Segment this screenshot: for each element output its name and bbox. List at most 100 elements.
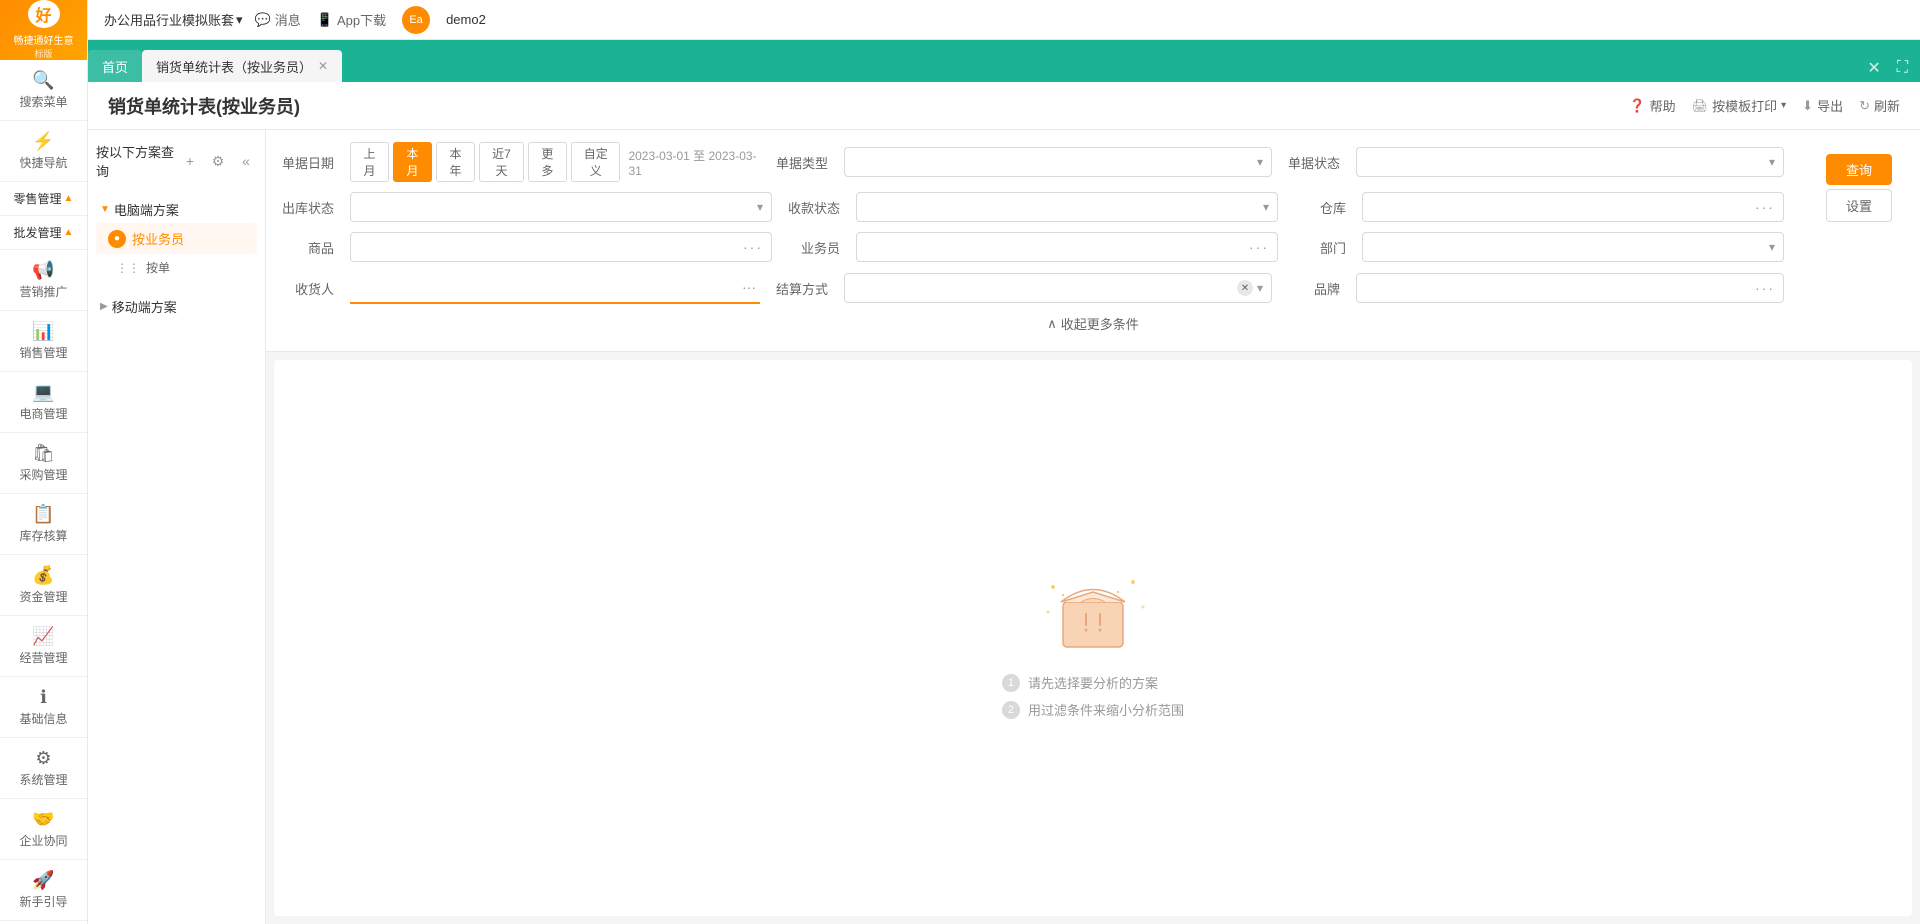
doc-status-dropdown-icon: ▾: [1769, 155, 1775, 169]
pc-scheme-group-title[interactable]: ▼ 电脑端方案: [96, 196, 257, 223]
department-label: 部门: [1294, 238, 1346, 257]
page-header-actions: ❓ 帮助 🖨 按模板打印 ▾ ⬇ 导出 ↻ 刷新: [1629, 96, 1900, 115]
settings-button[interactable]: 设置: [1826, 189, 1892, 222]
left-panel-title: 按以下方案查询: [96, 142, 179, 180]
doc-type-select[interactable]: ▾: [844, 147, 1272, 177]
scheme-sub-item-order[interactable]: ⋮⋮ 按单: [96, 254, 257, 281]
mobile-scheme-group-title[interactable]: ▶ 移动端方案: [96, 293, 257, 320]
page-header: 销货单统计表(按业务员) ❓ 帮助 🖨 按模板打印 ▾ ⬇ 导出 ↻ 刷新: [88, 82, 1920, 130]
sub-item-icon: ⋮⋮: [116, 261, 140, 275]
salesperson-select[interactable]: ···: [856, 232, 1278, 262]
left-panel-icons: + ⚙ «: [179, 150, 257, 172]
receipt-status-select[interactable]: ▾: [856, 192, 1278, 222]
collapse-btn[interactable]: ∧ 收起更多条件: [282, 308, 1904, 339]
date-btn-this-year[interactable]: 本年: [436, 142, 475, 182]
message-icon: 💬: [255, 12, 271, 28]
tip-text-2: 用过滤条件来缩小分析范围: [1028, 700, 1184, 719]
app-logo[interactable]: 好 畅捷通好生意 标版: [0, 0, 88, 60]
scheme-item-label: 按业务员: [132, 229, 184, 248]
tab-close-icon[interactable]: ✕: [318, 59, 328, 73]
close-tab-btn[interactable]: ✕: [1863, 54, 1884, 82]
avatar[interactable]: Ea: [402, 6, 430, 34]
help-btn[interactable]: ❓ 帮助: [1629, 96, 1675, 115]
scheme-item-salesperson[interactable]: ● 按业务员: [96, 223, 257, 254]
settlement-label: 结算方式: [776, 279, 828, 298]
tip-num-1: 1: [1002, 674, 1020, 692]
sidebar-item-collab[interactable]: 🤝 企业协同: [0, 799, 87, 860]
recipient-input[interactable]: [350, 272, 760, 302]
tabbar-end: ✕ ⛶: [1863, 54, 1920, 82]
settlement-select[interactable]: ✕ ▾: [844, 273, 1272, 303]
empty-state: 1 请先选择要分析的方案 2 用过滤条件来缩小分析范围: [1002, 557, 1184, 719]
message-btn[interactable]: 💬 消息: [255, 10, 301, 29]
collapse-panel-btn[interactable]: «: [235, 150, 257, 172]
add-scheme-btn[interactable]: +: [179, 150, 201, 172]
sidebar-item-ecommerce[interactable]: 💻 电商管理: [0, 372, 87, 433]
tab-home[interactable]: 首页: [88, 50, 142, 82]
sidebar-item-inventory[interactable]: 📋 库存核算: [0, 494, 87, 555]
date-btn-this-month[interactable]: 本月: [393, 142, 432, 182]
account-name: 办公用品行业模拟账套: [104, 10, 234, 29]
mobile-group-arrow-icon: ▶: [100, 301, 108, 312]
refresh-icon: ↻: [1859, 98, 1870, 114]
filter-row-4: 收货人 ··· 结算方式 ✕ ▾: [282, 272, 1784, 304]
pc-group-arrow-icon: ▼: [100, 204, 110, 215]
doc-status-select[interactable]: ▾: [1356, 147, 1784, 177]
sidebar-item-management[interactable]: 📈 经营管理: [0, 616, 87, 677]
expand-tab-btn[interactable]: ⛶: [1893, 55, 1912, 81]
department-dropdown-icon: ▾: [1769, 240, 1775, 254]
sidebar-item-wholesale[interactable]: 批发管理: [0, 216, 87, 250]
tip-num-2: 2: [1002, 701, 1020, 719]
query-button[interactable]: 查询: [1826, 154, 1892, 185]
date-btn-custom[interactable]: 自定义: [571, 142, 621, 182]
sidebar-item-basic-info[interactable]: ℹ 基础信息: [0, 677, 87, 738]
sidebar-item-guide[interactable]: 🚀 新手引导: [0, 860, 87, 921]
right-panel: 单据日期 上月 本月 本年 近7天 更多 自定义 20: [266, 130, 1920, 924]
sidebar-item-marketing[interactable]: 📢 营销推广: [0, 250, 87, 311]
doc-status-label: 单据状态: [1288, 153, 1340, 172]
mobile-scheme-group: ▶ 移动端方案: [96, 293, 257, 320]
settings-scheme-btn[interactable]: ⚙: [207, 150, 229, 172]
brand-label: 品牌: [1288, 279, 1340, 298]
print-dropdown-icon: ▾: [1781, 100, 1786, 111]
account-selector[interactable]: 办公用品行业模拟账套 ▾: [104, 10, 243, 29]
topbar: 办公用品行业模拟账套 ▾ 💬 消息 📱 App下载 Ea demo2: [88, 0, 1920, 40]
goods-select[interactable]: ···: [350, 232, 772, 262]
sidebar-item-sales[interactable]: 📊 销售管理: [0, 311, 87, 372]
filter-row-2: 出库状态 ▾ 收款状态 ▾ 仓库: [282, 192, 1784, 222]
out-status-label: 出库状态: [282, 198, 334, 217]
mobile-scheme-label: 移动端方案: [112, 297, 177, 316]
sidebar-item-system[interactable]: ⚙ 系统管理: [0, 738, 87, 799]
sidebar-item-finance[interactable]: 💰 资金管理: [0, 555, 87, 616]
data-area: 1 请先选择要分析的方案 2 用过滤条件来缩小分析范围: [274, 360, 1912, 916]
app-download-btn[interactable]: 📱 App下载: [317, 10, 386, 29]
filter-row-3: 商品 ··· 业务员 ··· 部门: [282, 232, 1784, 262]
brand-select[interactable]: ···: [1356, 273, 1784, 303]
brand-more-icon: ···: [1755, 280, 1775, 296]
empty-tip-2: 2 用过滤条件来缩小分析范围: [1002, 700, 1184, 719]
out-status-select[interactable]: ▾: [350, 192, 772, 222]
sidebar-item-purchase[interactable]: 🛍 采购管理: [0, 433, 87, 494]
print-btn[interactable]: 🖨 按模板打印 ▾: [1692, 96, 1787, 115]
date-btn-more[interactable]: 更多: [528, 142, 567, 182]
sidebar-item-search[interactable]: 🔍 搜索菜单: [0, 60, 87, 121]
account-dropdown-icon: ▾: [236, 12, 243, 28]
department-select[interactable]: ▾: [1362, 232, 1784, 262]
date-btn-7days[interactable]: 近7天: [479, 142, 524, 182]
doc-type-label: 单据类型: [776, 153, 828, 172]
tab-sales-stat[interactable]: 销货单统计表（按业务员） ✕: [142, 50, 342, 82]
empty-tip-1: 1 请先选择要分析的方案: [1002, 673, 1184, 692]
settlement-clear-btn[interactable]: ✕: [1237, 280, 1253, 296]
action-buttons: 查询 设置: [1814, 142, 1904, 304]
date-btn-last-month[interactable]: 上月: [350, 142, 389, 182]
scheme-sub-label: 按单: [146, 259, 170, 276]
warehouse-select[interactable]: ···: [1362, 192, 1784, 222]
tabbar: 首页 销货单统计表（按业务员） ✕ ✕ ⛶: [88, 40, 1920, 82]
sidebar-item-quick-nav[interactable]: ⚡ 快捷导航: [0, 121, 87, 182]
refresh-btn[interactable]: ↻ 刷新: [1859, 96, 1900, 115]
sidebar-item-retail[interactable]: 零售管理: [0, 182, 87, 216]
salesperson-label: 业务员: [788, 238, 840, 257]
warehouse-label: 仓库: [1294, 198, 1346, 217]
topbar-actions: 💬 消息 📱 App下载 Ea demo2: [255, 6, 486, 34]
export-btn[interactable]: ⬇ 导出: [1802, 96, 1843, 115]
